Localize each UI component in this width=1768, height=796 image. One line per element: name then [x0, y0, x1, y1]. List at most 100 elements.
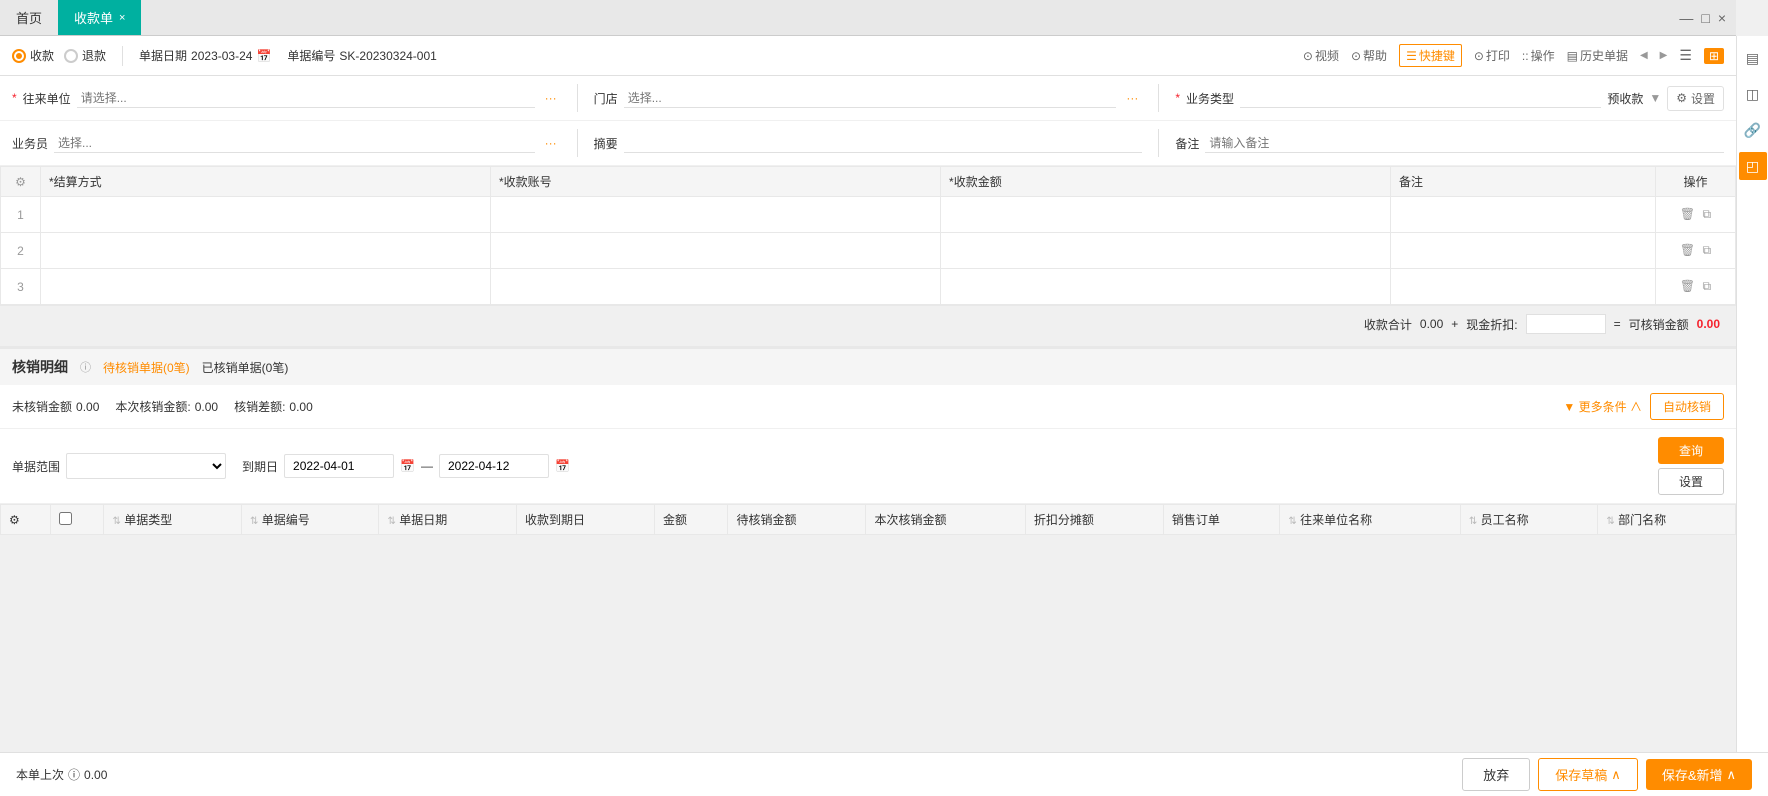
shop-more-btn[interactable]: ··· [1122, 91, 1142, 105]
help-btn[interactable]: ⊙ 帮助 [1351, 47, 1387, 64]
save-draft-btn[interactable]: 保存草稿 ∧ [1538, 758, 1638, 791]
maximize-button[interactable]: □ [1701, 10, 1709, 26]
done-tag[interactable]: 已核销单据(0笔) [202, 359, 289, 376]
footer-info: 本单上次 ⓘ 0.00 [16, 766, 107, 783]
diff-value: 0.00 [289, 400, 312, 414]
row-3-settlement[interactable] [41, 269, 491, 305]
row-3-copy-icon[interactable]: ⧉ [1703, 279, 1712, 293]
toolbar-divider [122, 46, 123, 66]
layout-list-icon[interactable]: ☰ [1679, 47, 1692, 64]
chevron-up-icon: ∧ [1630, 400, 1642, 414]
footer-info-icon[interactable]: ⓘ [68, 766, 80, 783]
tab-bar: 首页 收款单 × — □ × [0, 0, 1736, 36]
form-settings-btn[interactable]: ⚙ 设置 [1667, 86, 1724, 111]
sidebar-icon-1[interactable]: ▤ [1739, 44, 1767, 72]
sidebar-icon-2[interactable]: ◫ [1739, 80, 1767, 108]
row-2-delete-icon[interactable]: 🗑 [1680, 243, 1695, 257]
radio-receipt-dot [12, 49, 26, 63]
row-2-account[interactable] [491, 233, 941, 269]
shop-label: 门店 [594, 90, 618, 107]
counterpart-input[interactable] [77, 89, 535, 108]
footer-info-label: 本单上次 [16, 766, 64, 783]
sidebar-icon-active[interactable]: ◰ [1739, 152, 1767, 180]
unclosed-label: 未核销金额 [12, 398, 72, 415]
col-dept-name: ⇅ 部门名称 [1598, 505, 1736, 535]
radio-refund[interactable]: 退款 [64, 47, 106, 64]
abandon-btn[interactable]: 放弃 [1462, 758, 1530, 791]
history-btn[interactable]: ▤ 历史单据 [1567, 47, 1628, 64]
toolbar-prev-icon[interactable]: ◀ [1640, 50, 1648, 61]
col-amount: 金额 [654, 505, 727, 535]
shortcut-btn[interactable]: ☰ 快捷键 [1399, 44, 1462, 67]
remark-input[interactable] [1205, 134, 1724, 153]
row-2-settlement[interactable] [41, 233, 491, 269]
staff-more-btn[interactable]: ··· [541, 136, 561, 150]
row-3-remark[interactable] [1391, 269, 1656, 305]
col-due-date: 收款到期日 [516, 505, 654, 535]
discount-input[interactable] [1526, 314, 1606, 334]
video-btn[interactable]: ⊙ 视频 [1303, 47, 1339, 64]
staff-field: 业务员 ··· [12, 134, 561, 153]
row-1-copy-icon[interactable]: ⧉ [1703, 207, 1712, 221]
row-1-account[interactable] [491, 197, 941, 233]
col-settings[interactable]: ⚙ [1, 167, 41, 197]
row-2-remark[interactable] [1391, 233, 1656, 269]
select-all-checkbox[interactable] [59, 512, 72, 525]
tab-receipts[interactable]: 收款单 × [58, 0, 141, 35]
row-1-amount[interactable] [941, 197, 1391, 233]
calendar-to-icon[interactable]: 📅 [555, 459, 570, 473]
minimize-button[interactable]: — [1679, 10, 1693, 26]
radio-receipt[interactable]: 收款 [12, 47, 54, 64]
row-1-no: 1 [1, 197, 41, 233]
footer-info-value: 0.00 [84, 768, 107, 782]
settings-gear-icon: ⚙ [1676, 91, 1687, 105]
staff-input[interactable] [54, 134, 535, 153]
calendar-from-icon[interactable]: 📅 [400, 459, 415, 473]
row-3-amount[interactable] [941, 269, 1391, 305]
row-1-settlement[interactable] [41, 197, 491, 233]
pending-tag[interactable]: 待核销单据(0笔) [103, 359, 190, 376]
row-1-remark[interactable] [1391, 197, 1656, 233]
col-header-account: *收款账号 [491, 167, 941, 197]
row-2-no: 2 [1, 233, 41, 269]
radio-refund-label: 退款 [82, 47, 106, 64]
business-type-arrow[interactable]: ▼ [1649, 91, 1661, 105]
row-2-amount[interactable] [941, 233, 1391, 269]
query-btn[interactable]: 查询 [1658, 437, 1724, 464]
tab-home[interactable]: 首页 [0, 0, 58, 35]
row-3-account[interactable] [491, 269, 941, 305]
business-type-value: 预收款 [1607, 90, 1643, 107]
section-info-icon[interactable]: ⓘ [80, 359, 91, 375]
layout-grid-icon[interactable]: ⊞ [1704, 48, 1724, 64]
counterpart-more-btn[interactable]: ··· [541, 91, 561, 105]
more-conditions-btn[interactable]: ▼ 更多条件 ∧ [1563, 398, 1642, 415]
summary-row: 收款合计 0.00 + 现金折扣: = 可核销金额 0.00 [0, 305, 1736, 342]
toolbar-next-icon[interactable]: ▶ [1660, 50, 1668, 61]
filter-actions: 查询 设置 [1658, 437, 1724, 495]
date-to-input[interactable] [439, 454, 549, 478]
calendar-icon[interactable]: 📅 [256, 49, 271, 63]
toolbar-right: ⊙ 视频 ⊙ 帮助 ☰ 快捷键 ⊙ 打印 :: 操作 ▤ 历史单据 ◀ ▶ ☰ … [1303, 44, 1724, 67]
tab-close-icon[interactable]: × [119, 12, 125, 24]
shop-input[interactable] [624, 89, 1117, 108]
close-button[interactable]: × [1718, 10, 1726, 26]
col-checkbox[interactable] [50, 505, 104, 535]
row-2-copy-icon[interactable]: ⧉ [1703, 243, 1712, 257]
filter-settings-btn[interactable]: 设置 [1658, 468, 1724, 495]
business-type-input[interactable] [1240, 89, 1601, 108]
save-new-btn[interactable]: 保存&新增 ∧ [1646, 759, 1752, 790]
operation-btn[interactable]: :: 操作 [1522, 47, 1555, 64]
range-select[interactable] [66, 453, 226, 479]
col-settings-bottom[interactable]: ⚙ [1, 505, 51, 535]
total-label: 收款合计 [1364, 316, 1412, 333]
date-value: 2023-03-24 [191, 49, 252, 63]
tab-home-label: 首页 [16, 8, 42, 27]
sidebar-icon-link[interactable]: 🔗 [1739, 116, 1767, 144]
row-1-delete-icon[interactable]: 🗑 [1680, 207, 1695, 221]
row-3-delete-icon[interactable]: 🗑 [1680, 279, 1695, 293]
col-counterpart-name: ⇅ 往来单位名称 [1280, 505, 1461, 535]
date-from-input[interactable] [284, 454, 394, 478]
auto-offset-btn[interactable]: 自动核销 [1650, 393, 1724, 420]
abstract-input[interactable] [624, 134, 1143, 153]
print-btn[interactable]: ⊙ 打印 [1474, 47, 1510, 64]
